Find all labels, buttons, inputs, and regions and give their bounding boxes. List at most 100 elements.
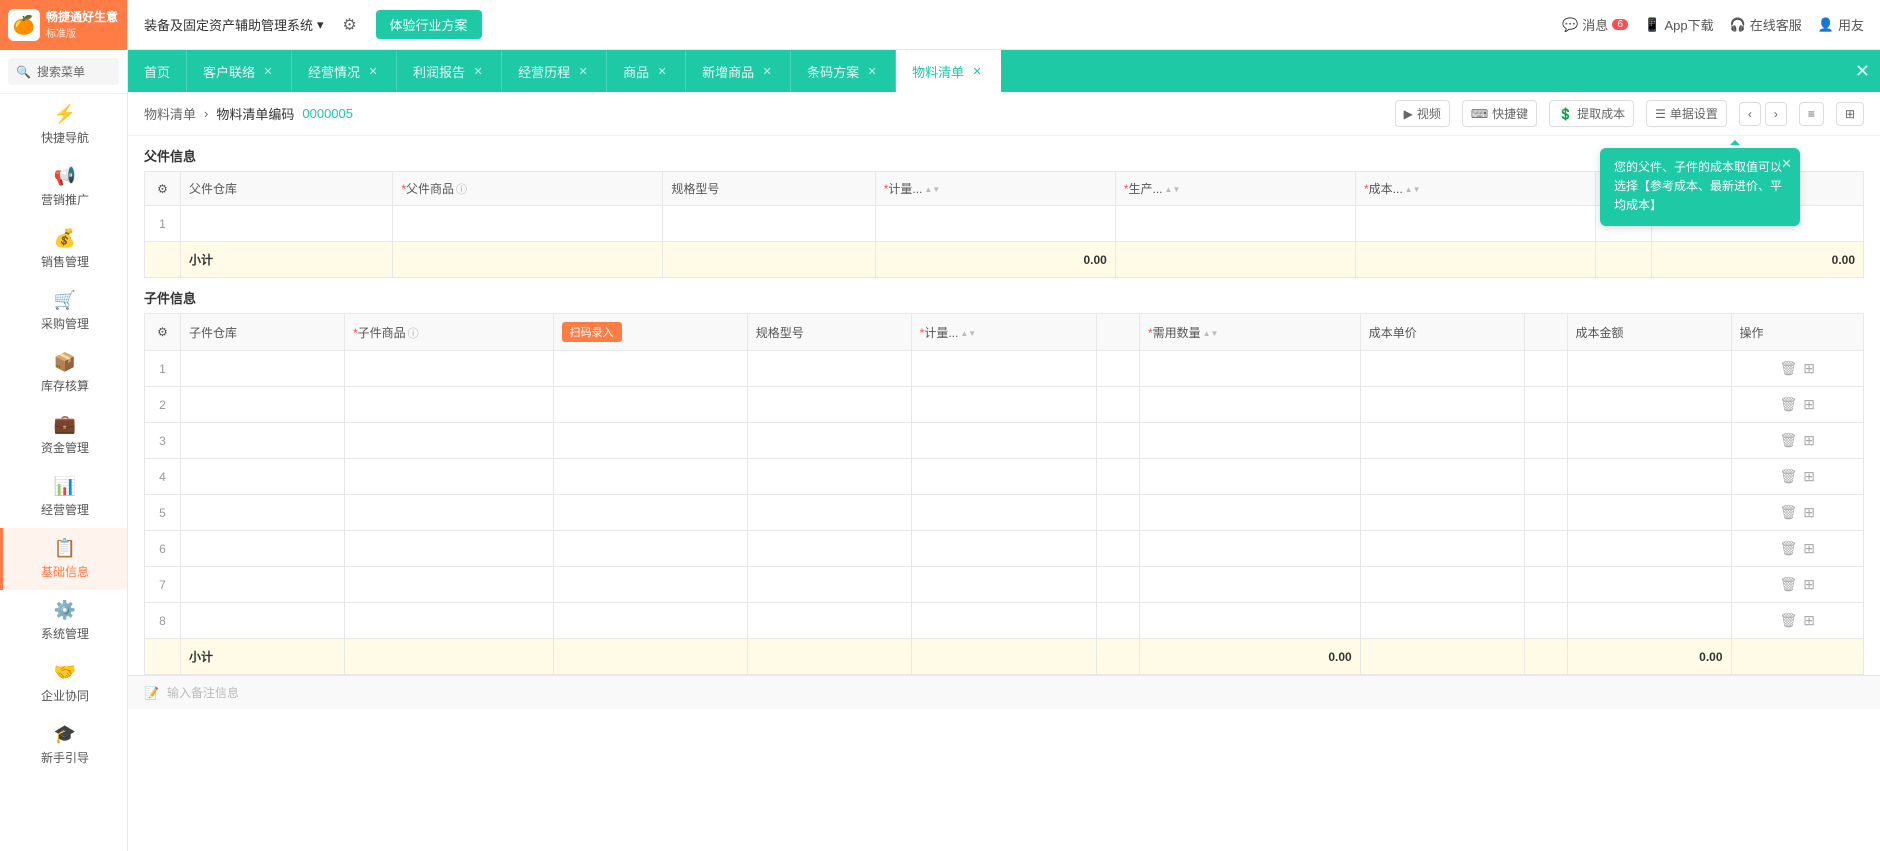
sidebar-item-营销推广[interactable]: 📢 营销推广 <box>0 156 127 218</box>
child-qty-needed-5[interactable] <box>1139 495 1360 531</box>
copy-icon-4[interactable]: ⊞ <box>1803 468 1815 485</box>
copy-icon-3[interactable]: ⊞ <box>1803 432 1815 449</box>
delete-icon-1[interactable]: 🗑 <box>1779 360 1797 377</box>
child-spec-6[interactable] <box>747 531 911 567</box>
nav-tab-经营情况[interactable]: 经营情况✕ <box>292 50 397 92</box>
child-product-1[interactable] <box>344 351 553 387</box>
single-settings-button[interactable]: ☰ 单据设置 <box>1646 100 1727 127</box>
child-product-8[interactable] <box>344 603 553 639</box>
child-qty-unit-7[interactable] <box>911 567 1096 603</box>
child-unit-cost-6[interactable] <box>1360 531 1524 567</box>
child-qty-needed-1[interactable] <box>1139 351 1360 387</box>
child-spec-1[interactable] <box>747 351 911 387</box>
child-spec-5[interactable] <box>747 495 911 531</box>
child-unit-cost-7[interactable] <box>1360 567 1524 603</box>
child-unit-cost-3[interactable] <box>1360 423 1524 459</box>
app-download-button[interactable]: 📱 App下载 <box>1644 15 1713 34</box>
sidebar-item-经营管理[interactable]: 📊 经营管理 <box>0 466 127 528</box>
nav-tab-首页[interactable]: 首页 <box>128 50 187 92</box>
child-spec-4[interactable] <box>747 459 911 495</box>
nav-tab-条码方案[interactable]: 条码方案✕ <box>791 50 896 92</box>
child-col-scan[interactable]: 扫码录入 <box>553 314 747 351</box>
expand-button[interactable]: ⊞ <box>1836 102 1864 126</box>
copy-icon-2[interactable]: ⊞ <box>1803 396 1815 413</box>
tab-close-4[interactable]: ✕ <box>576 64 590 78</box>
delete-icon-3[interactable]: 🗑 <box>1779 432 1797 449</box>
tab-close-1[interactable]: ✕ <box>261 64 275 78</box>
child-product-4[interactable] <box>344 459 553 495</box>
parent-production-1[interactable] <box>1115 206 1355 242</box>
tab-close-6[interactable]: ✕ <box>760 64 774 78</box>
child-product-7[interactable] <box>344 567 553 603</box>
child-unit-cost-2[interactable] <box>1360 387 1524 423</box>
delete-icon-2[interactable]: 🗑 <box>1779 396 1797 413</box>
child-qty-unit-6[interactable] <box>911 531 1096 567</box>
tooltip-close-button[interactable]: ✕ <box>1781 154 1792 175</box>
tab-close-3[interactable]: ✕ <box>471 64 485 78</box>
sidebar-item-快捷导航[interactable]: ⚡ 快捷导航 <box>0 94 127 156</box>
sidebar-item-系统管理[interactable]: ⚙️ 系统管理 <box>0 590 127 652</box>
child-spec-2[interactable] <box>747 387 911 423</box>
sidebar-item-销售管理[interactable]: 💰 销售管理 <box>0 218 127 280</box>
copy-icon-1[interactable]: ⊞ <box>1803 360 1815 377</box>
next-button[interactable]: › <box>1765 102 1787 126</box>
copy-icon-8[interactable]: ⊞ <box>1803 612 1815 629</box>
delete-icon-4[interactable]: 🗑 <box>1779 468 1797 485</box>
child-warehouse-7[interactable] <box>181 567 345 603</box>
sidebar-item-库存核算[interactable]: 📦 库存核算 <box>0 342 127 404</box>
child-unit-cost-1[interactable] <box>1360 351 1524 387</box>
delete-icon-7[interactable]: 🗑 <box>1779 576 1797 593</box>
child-qty-needed-3[interactable] <box>1139 423 1360 459</box>
child-scan-1[interactable] <box>553 351 747 387</box>
child-qty-needed-7[interactable] <box>1139 567 1360 603</box>
trial-button[interactable]: 体验行业方案 <box>376 10 482 39</box>
nav-tab-商品[interactable]: 商品✕ <box>607 50 686 92</box>
child-qty-unit-8[interactable] <box>911 603 1096 639</box>
child-qty-needed-8[interactable] <box>1139 603 1360 639</box>
child-warehouse-8[interactable] <box>181 603 345 639</box>
child-spec-3[interactable] <box>747 423 911 459</box>
video-button[interactable]: ▶ 视频 <box>1395 100 1450 127</box>
sidebar-item-新手引导[interactable]: 🎓 新手引导 <box>0 714 127 776</box>
child-unit-cost-4[interactable] <box>1360 459 1524 495</box>
child-warehouse-6[interactable] <box>181 531 345 567</box>
sidebar-item-企业协同[interactable]: 🤝 企业协同 <box>0 652 127 714</box>
child-qty-unit-2[interactable] <box>911 387 1096 423</box>
child-product-6[interactable] <box>344 531 553 567</box>
child-qty-needed-2[interactable] <box>1139 387 1360 423</box>
sidebar-item-资金管理[interactable]: 💼 资金管理 <box>0 404 127 466</box>
parent-spec-1[interactable] <box>663 206 875 242</box>
nav-tab-新增商品[interactable]: 新增商品✕ <box>686 50 791 92</box>
shortcut-button[interactable]: ⌨ 快捷键 <box>1462 100 1537 127</box>
gear-button[interactable]: ⚙ <box>336 11 364 39</box>
notes-placeholder[interactable]: 输入备注信息 <box>167 684 239 701</box>
prev-button[interactable]: ‹ <box>1739 102 1761 126</box>
sidebar-item-采购管理[interactable]: 🛒 采购管理 <box>0 280 127 342</box>
child-qty-needed-4[interactable] <box>1139 459 1360 495</box>
delete-icon-8[interactable]: 🗑 <box>1779 612 1797 629</box>
child-product-2[interactable] <box>344 387 553 423</box>
online-support-button[interactable]: 🎧 在线客服 <box>1730 15 1802 34</box>
child-unit-cost-5[interactable] <box>1360 495 1524 531</box>
nav-tab-客户联络[interactable]: 客户联络✕ <box>187 50 292 92</box>
child-scan-2[interactable] <box>553 387 747 423</box>
child-warehouse-4[interactable] <box>181 459 345 495</box>
nav-tab-经营历程[interactable]: 经营历程✕ <box>502 50 607 92</box>
search-menu-button[interactable]: 🔍 搜索菜单 <box>8 58 119 85</box>
tab-close-8[interactable]: ✕ <box>970 64 984 78</box>
sidebar-search[interactable]: 🔍 搜索菜单 <box>0 50 127 94</box>
scan-input-button[interactable]: 扫码录入 <box>562 322 622 342</box>
child-spec-7[interactable] <box>747 567 911 603</box>
child-qty-unit-4[interactable] <box>911 459 1096 495</box>
child-qty-needed-6[interactable] <box>1139 531 1360 567</box>
tab-close-7[interactable]: ✕ <box>865 64 879 78</box>
child-product-3[interactable] <box>344 423 553 459</box>
child-scan-8[interactable] <box>553 603 747 639</box>
child-warehouse-1[interactable] <box>181 351 345 387</box>
child-warehouse-5[interactable] <box>181 495 345 531</box>
extract-cost-button[interactable]: 💲 提取成本 <box>1549 100 1634 127</box>
parent-cost-1[interactable] <box>1355 206 1595 242</box>
child-spec-8[interactable] <box>747 603 911 639</box>
copy-icon-6[interactable]: ⊞ <box>1803 540 1815 557</box>
child-scan-7[interactable] <box>553 567 747 603</box>
